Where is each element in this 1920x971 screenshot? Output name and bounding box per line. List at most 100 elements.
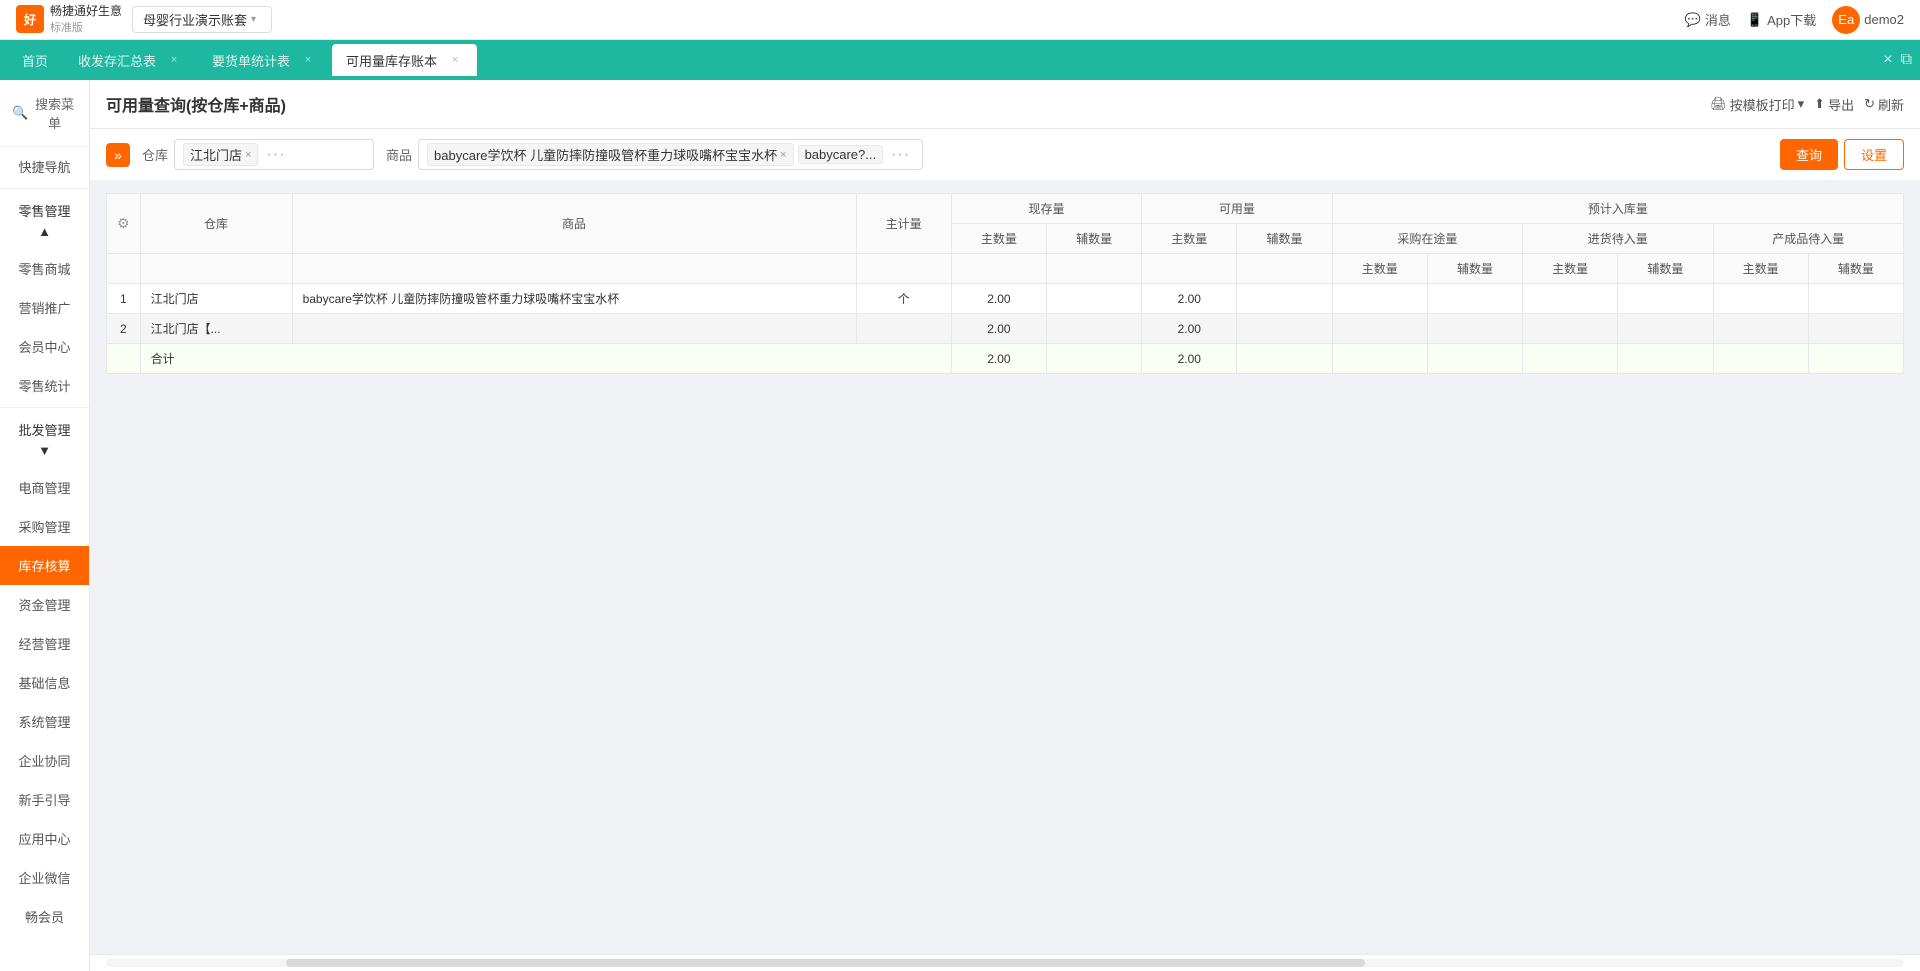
col-stock-main: 主数量 (951, 224, 1046, 254)
col-production-pending-header: 产成品待入量 (1713, 224, 1903, 254)
row1-avail-main: 2.00 (1142, 284, 1237, 314)
col-product-header: 商品 (292, 194, 856, 254)
col-inbound-main: 主数量 (1523, 254, 1618, 284)
product-filter-more[interactable]: ··· (887, 146, 914, 164)
col-sub-stock-aux (1046, 254, 1141, 284)
settings-btn[interactable]: 设置 (1844, 139, 1904, 170)
sidebar-item-operations[interactable]: 经营管理 (0, 624, 89, 663)
sidebar-item-member-center[interactable]: 会员中心 (0, 327, 89, 366)
row2-purchase-aux (1427, 314, 1522, 344)
warehouse-filter-more[interactable]: ··· (262, 146, 289, 164)
sidebar-item-member[interactable]: 畅会员 (0, 897, 89, 936)
tab-receipt-close[interactable]: × (166, 52, 182, 68)
tab-receipt-summary[interactable]: 收发存汇总表 × (64, 44, 196, 76)
filter-warehouse-group: 仓库 江北门店 × ··· (142, 139, 374, 170)
window-restore-btn[interactable]: ⧉ (1901, 51, 1912, 69)
purchase-label: 采购管理 (18, 517, 70, 536)
app-download-btn[interactable]: 📱 App下载 (1747, 10, 1816, 29)
tab-available-stock[interactable]: 可用量库存账本 × (332, 44, 477, 76)
sidebar-item-system[interactable]: 系统管理 (0, 702, 89, 741)
window-close-btn[interactable]: × (1883, 51, 1892, 69)
row2-inbound-aux (1618, 314, 1713, 344)
row1-inbound-main (1523, 284, 1618, 314)
col-inbound-pending-header: 进货待入量 (1523, 224, 1713, 254)
footer-avail-aux (1237, 344, 1332, 374)
product-tag-2: babycare?... (798, 145, 884, 164)
row2-avail-main: 2.00 (1142, 314, 1237, 344)
query-btn[interactable]: 查询 (1780, 139, 1838, 170)
sidebar-item-retail-stats[interactable]: 零售统计 (0, 366, 89, 405)
table-row: 1 江北门店 babycare学饮杯 儿童防摔防撞吸管杯重力球吸嘴杯宝宝水杯 个… (107, 284, 1904, 314)
retail-mall-label: 零售商城 (18, 259, 70, 278)
col-purchase-main: 主数量 (1332, 254, 1427, 284)
sidebar-item-enterprise[interactable]: 企业协同 (0, 741, 89, 780)
sidebar-item-wholesale-mgmt[interactable]: 批发管理 ▼ (0, 410, 89, 468)
col-prod-main: 主数量 (1713, 254, 1808, 284)
scrollbar-thumb[interactable] (286, 959, 1365, 967)
message-btn[interactable]: 💬 消息 (1685, 10, 1731, 29)
tab-available-close[interactable]: × (447, 52, 463, 68)
sidebar-item-purchase[interactable]: 采购管理 (0, 507, 89, 546)
logo-icon: 好 (16, 5, 44, 33)
row2-unit (856, 314, 951, 344)
product-tag-1-remove[interactable]: × (780, 149, 786, 161)
sidebar-item-wechat[interactable]: 企业微信 (0, 858, 89, 897)
page-title: 可用量查询(按仓库+商品) (106, 92, 286, 116)
sidebar-item-new-user[interactable]: 新手引导 (0, 780, 89, 819)
tab-order-close[interactable]: × (300, 52, 316, 68)
sidebar-item-finance[interactable]: 资金管理 (0, 585, 89, 624)
row1-stock-aux (1046, 284, 1141, 314)
message-icon: 💬 (1685, 12, 1701, 28)
col-sub-settings (107, 254, 141, 284)
col-sub-avail-aux (1237, 254, 1332, 284)
sidebar-item-nav[interactable]: 快捷导航 (0, 147, 89, 186)
nav-label: 快捷导航 (18, 157, 70, 176)
sidebar-item-retail-mgmt[interactable]: 零售管理 ▲ (0, 191, 89, 249)
row1-stock-main: 2.00 (951, 284, 1046, 314)
footer-purchase-main (1332, 344, 1427, 374)
row1-inbound-aux (1618, 284, 1713, 314)
sidebar-item-ecommerce[interactable]: 电商管理 (0, 468, 89, 507)
table-footer-row: 合计 2.00 2.00 (107, 344, 1904, 374)
member-label: 畅会员 (25, 907, 64, 926)
warehouse-tag: 江北门店 × (183, 143, 258, 166)
col-sub-warehouse (140, 254, 292, 284)
user-menu[interactable]: Ea demo2 (1832, 6, 1904, 34)
tab-receipt-label: 收发存汇总表 (78, 51, 156, 70)
sidebar: 🔍 搜索菜单 快捷导航 零售管理 ▲ 零售商城 营销推广 会员中心 零售统计 批… (0, 80, 90, 971)
col-stock-header: 现存量 (951, 194, 1141, 224)
export-btn[interactable]: ⬆ 导出 (1814, 95, 1854, 114)
top-bar-left: 好 畅捷通好生意 标准版 母婴行业演示账套 ▾ (16, 4, 272, 34)
system-label: 系统管理 (18, 712, 70, 731)
row2-prod-main (1713, 314, 1808, 344)
product-tag-input[interactable]: babycare学饮杯 儿童防摔防撞吸管杯重力球吸嘴杯宝宝水杯 × babyca… (418, 139, 923, 170)
table-settings-icon[interactable]: ⚙ (117, 215, 130, 231)
col-purchase-transit-header: 采购在途量 (1332, 224, 1522, 254)
row1-prod-aux (1808, 284, 1903, 314)
template-print-btn[interactable]: 🖨 按模板打印 ▾ (1710, 95, 1804, 114)
col-purchase-aux: 辅数量 (1427, 254, 1522, 284)
sidebar-item-inventory[interactable]: 库存核算 (0, 546, 89, 585)
refresh-btn[interactable]: ↻ 刷新 (1864, 95, 1904, 114)
table-area: ⚙ 仓库 商品 主计量 现存量 可用量 预计入库量 主数量 辅数量 主数量 辅数… (90, 181, 1920, 954)
sidebar-item-marketing[interactable]: 营销推广 (0, 288, 89, 327)
wechat-label: 企业微信 (18, 868, 70, 887)
sidebar-item-basics[interactable]: 基础信息 (0, 663, 89, 702)
enterprise-label: 企业协同 (18, 751, 70, 770)
footer-empty1 (107, 344, 141, 374)
warehouse-tag-input[interactable]: 江北门店 × ··· (174, 139, 374, 170)
footer-prod-main (1713, 344, 1808, 374)
horizontal-scrollbar[interactable] (106, 959, 1904, 967)
sidebar-item-app-center[interactable]: 应用中心 (0, 819, 89, 858)
tab-order-stats[interactable]: 要货单统计表 × (198, 44, 330, 76)
warehouse-tag-remove[interactable]: × (245, 149, 251, 161)
filter-expand-btn[interactable]: » (106, 143, 130, 167)
tab-home[interactable]: 首页 (8, 44, 62, 76)
industry-selector[interactable]: 母婴行业演示账套 ▾ (132, 6, 272, 33)
sidebar-item-retail-mall[interactable]: 零售商城 (0, 249, 89, 288)
row1-prod-main (1713, 284, 1808, 314)
col-prod-aux: 辅数量 (1808, 254, 1903, 284)
template-print-label: 按模板打印 (1730, 95, 1795, 114)
search-menu-btn[interactable]: 🔍 搜索菜单 (8, 90, 81, 136)
logo-text: 畅捷通好生意 (50, 4, 122, 18)
